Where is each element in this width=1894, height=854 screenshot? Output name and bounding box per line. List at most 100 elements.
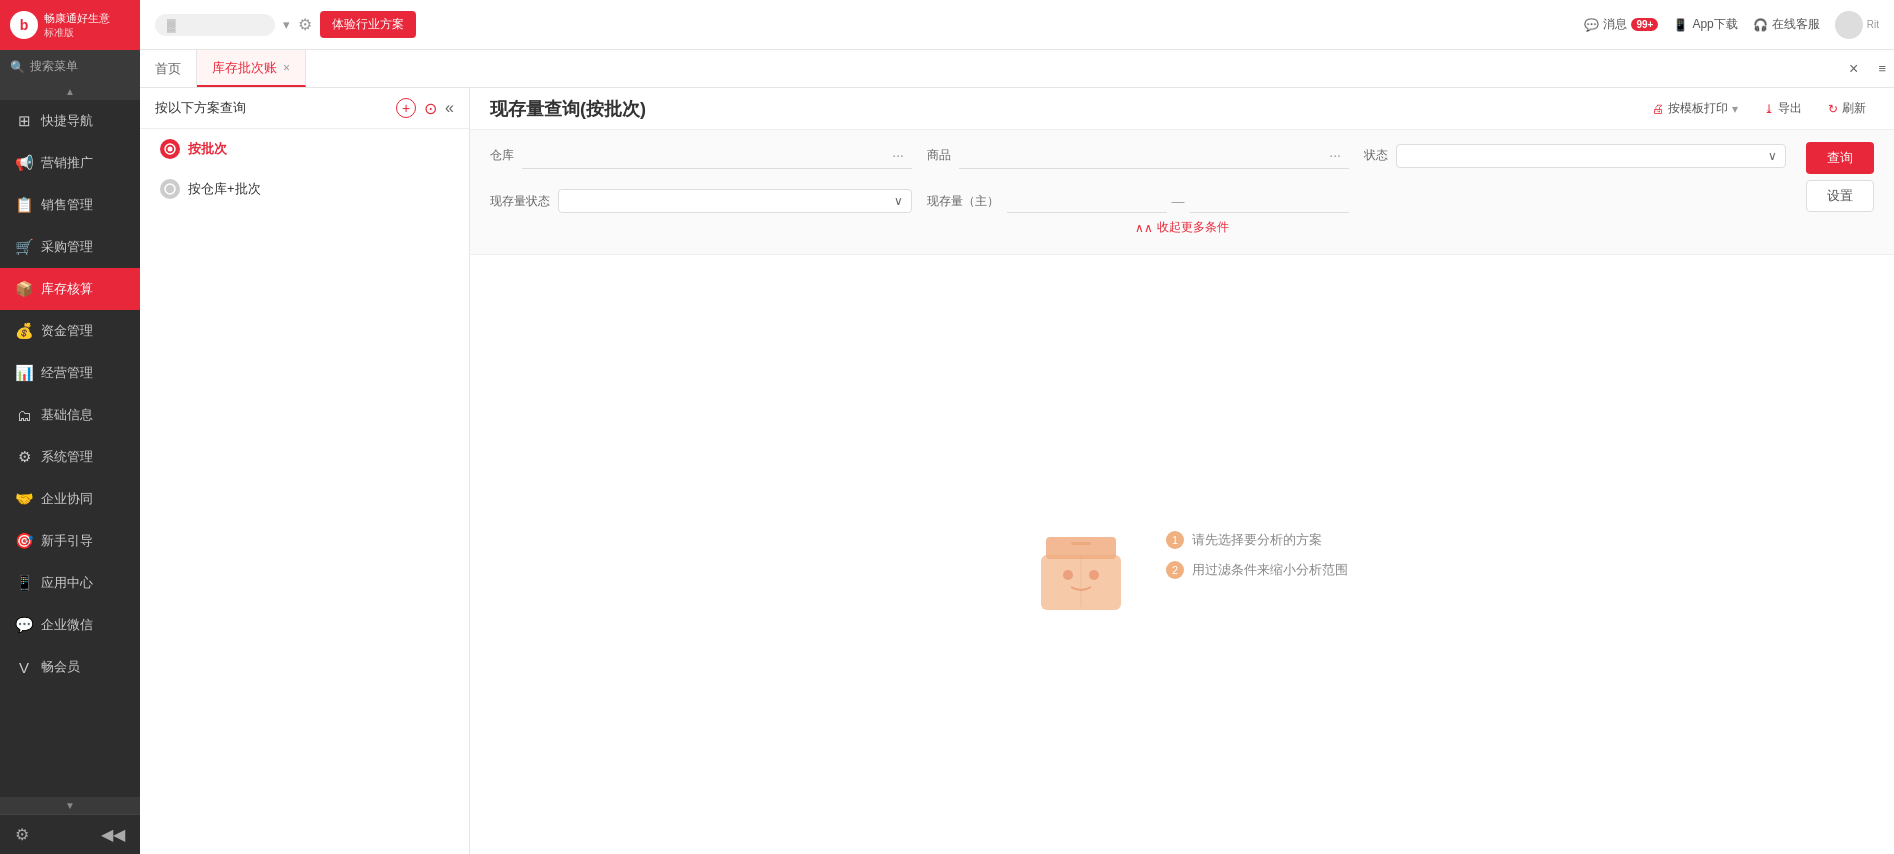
warehouse-dots-icon[interactable]: ··· [892,147,904,163]
warehouse-label: 仓库 [490,147,514,164]
warehouse-input[interactable]: ··· [522,142,912,169]
svg-point-2 [165,184,175,194]
product-field: 商品 ··· [927,142,1349,169]
export-btn[interactable]: ⤓ 导出 [1756,96,1810,121]
inventory-status-label: 现存量状态 [490,193,550,210]
sidebar-item-weixin[interactable]: 💬 企业微信 [0,604,140,646]
query-button[interactable]: 查询 [1806,142,1874,174]
sidebar-item-label: 经营管理 [41,364,93,382]
sidebar-item-appcenter[interactable]: 📱 应用中心 [0,562,140,604]
sidebar-item-sales[interactable]: 📋 销售管理 [0,184,140,226]
message-icon: 💬 [1584,18,1599,32]
sidebar-footer: ⚙ ◀◀ [0,814,140,854]
hint-num-2: 2 [1166,561,1184,579]
sidebar-nav: ⊞ 快捷导航 📢 营销推广 📋 销售管理 🛒 采购管理 📦 库存核算 💰 资金管… [0,100,140,797]
topbar-left: ▓ ▾ ⚙ 体验行业方案 [155,11,1574,38]
sidebar-item-label: 企业微信 [41,616,93,634]
add-scheme-icon[interactable]: + [396,98,416,118]
scheme-by-wh-batch-label: 按仓库+批次 [188,180,261,198]
left-panel: 按以下方案查询 + ⊙ « 按批次 按仓库+批次 [140,88,470,854]
empty-state: 1 请先选择要分析的方案 2 用过滤条件来缩小分析范围 [470,255,1894,854]
status-chevron-icon: ∨ [1768,149,1777,163]
scheme-item-by-batch[interactable]: 按批次 [140,129,469,169]
message-btn[interactable]: 💬 消息 99+ [1584,16,1658,33]
export-icon: ⤓ [1764,102,1774,116]
trial-btn[interactable]: 体验行业方案 [320,11,416,38]
topbar-search-box[interactable]: ▓ [155,14,275,36]
right-panel: 现存量查询(按批次) 🖨 按模板打印 ▾ ⤓ 导出 ↻ 刷新 [470,88,1894,854]
right-panel-header: 现存量查询(按批次) 🖨 按模板打印 ▾ ⤓ 导出 ↻ 刷新 [470,88,1894,130]
warehouse-text-input[interactable] [530,144,888,166]
brand-text: 畅康通好生意 标准版 [44,11,110,38]
sidebar-item-operation[interactable]: 📊 经营管理 [0,352,140,394]
sidebar-item-label: 企业协同 [41,490,93,508]
topbar-gear-icon[interactable]: ⚙ [298,15,312,34]
avatar [1835,11,1863,39]
empty-hint: 1 请先选择要分析的方案 2 用过滤条件来缩小分析范围 [1166,531,1348,579]
sidebar-scroll-up[interactable]: ▲ [0,83,140,100]
product-input[interactable]: ··· [959,142,1349,169]
collapse-filter-btn[interactable]: ∧∧ 收起更多条件 [490,213,1874,242]
quick-nav-icon: ⊞ [15,112,33,130]
sidebar-search[interactable]: 🔍 搜索菜单 [0,50,140,83]
appcenter-icon: 📱 [15,574,33,592]
sidebar-item-basic[interactable]: 🗂 基础信息 [0,394,140,436]
tab-close-icon[interactable]: × [283,61,290,75]
product-dots-icon[interactable]: ··· [1329,147,1341,163]
inventory-qty-field: 现存量（主） — [927,190,1349,213]
tab-inventory-batch[interactable]: 库存批次账 × [197,50,306,87]
tab-home[interactable]: 首页 [140,50,197,87]
purchase-icon: 🛒 [15,238,33,256]
sidebar-item-quick-nav[interactable]: ⊞ 快捷导航 [0,100,140,142]
filter-row-1: 仓库 ··· 商品 ··· [490,142,1786,169]
settings-icon[interactable]: ⚙ [15,825,29,844]
sidebar-item-system[interactable]: ⚙ 系统管理 [0,436,140,478]
sales-icon: 📋 [15,196,33,214]
print-icon: 🖨 [1652,102,1664,116]
print-chevron-icon: ▾ [1732,102,1738,116]
settings-button[interactable]: 设置 [1806,180,1874,212]
sidebar-item-marketing[interactable]: 📢 营销推广 [0,142,140,184]
sidebar-item-label: 快捷导航 [41,112,93,130]
basic-icon: 🗂 [15,406,33,424]
inventory-qty-max-input[interactable] [1190,190,1350,213]
sidebar-item-newbie[interactable]: 🎯 新手引导 [0,520,140,562]
topbar-right: 💬 消息 99+ 📱 App下载 🎧 在线客服 Rit [1584,11,1879,39]
scheme-item-by-warehouse-batch[interactable]: 按仓库+批次 [140,169,469,209]
weixin-icon: 💬 [15,616,33,634]
app-download-btn[interactable]: 📱 App下载 [1673,16,1737,33]
sidebar-item-label: 采购管理 [41,238,93,256]
panel-collapse-icon[interactable]: « [445,99,454,117]
status-select[interactable]: ∨ [1396,144,1786,168]
hint-text-2: 用过滤条件来缩小分析范围 [1192,561,1348,579]
sidebar-item-label: 系统管理 [41,448,93,466]
topbar-chevron-icon[interactable]: ▾ [283,17,290,32]
filter-area: 仓库 ··· 商品 ··· [470,130,1894,255]
user-avatar-btn[interactable]: Rit [1835,11,1879,39]
sidebar-item-purchase[interactable]: 🛒 采购管理 [0,226,140,268]
sidebar-scroll-down[interactable]: ▼ [0,797,140,814]
inventory-status-select[interactable]: ∨ [558,189,912,213]
logo-icon: b [10,11,38,39]
service-icon: 🎧 [1753,18,1768,32]
topbar: ▓ ▾ ⚙ 体验行业方案 💬 消息 99+ 📱 App下载 🎧 在线客服 [140,0,1894,50]
finance-icon: 💰 [15,322,33,340]
refresh-icon: ↻ [1828,102,1838,116]
sidebar-item-inventory[interactable]: 📦 库存核算 [0,268,140,310]
sidebar-item-member[interactable]: V 畅会员 [0,646,140,688]
sidebar-item-finance[interactable]: 💰 资金管理 [0,310,140,352]
sidebar-item-enterprise[interactable]: 🤝 企业协同 [0,478,140,520]
scheme-settings-icon[interactable]: ⊙ [424,99,437,118]
panel-title: 按以下方案查询 [155,99,246,117]
inventory-qty-min-input[interactable] [1007,190,1167,213]
online-service-btn[interactable]: 🎧 在线客服 [1753,16,1820,33]
print-btn[interactable]: 🖨 按模板打印 ▾ [1644,96,1746,121]
collapse-sidebar-icon[interactable]: ◀◀ [101,825,125,844]
product-text-input[interactable] [967,144,1325,166]
refresh-btn[interactable]: ↻ 刷新 [1820,96,1874,121]
message-badge: 99+ [1631,18,1658,31]
tab-close-right-btn[interactable]: × [1837,60,1870,78]
inventory-status-chevron-icon: ∨ [894,194,903,208]
tab-menu-btn[interactable]: ≡ [1870,61,1894,76]
scheme-unselected-icon [160,179,180,199]
